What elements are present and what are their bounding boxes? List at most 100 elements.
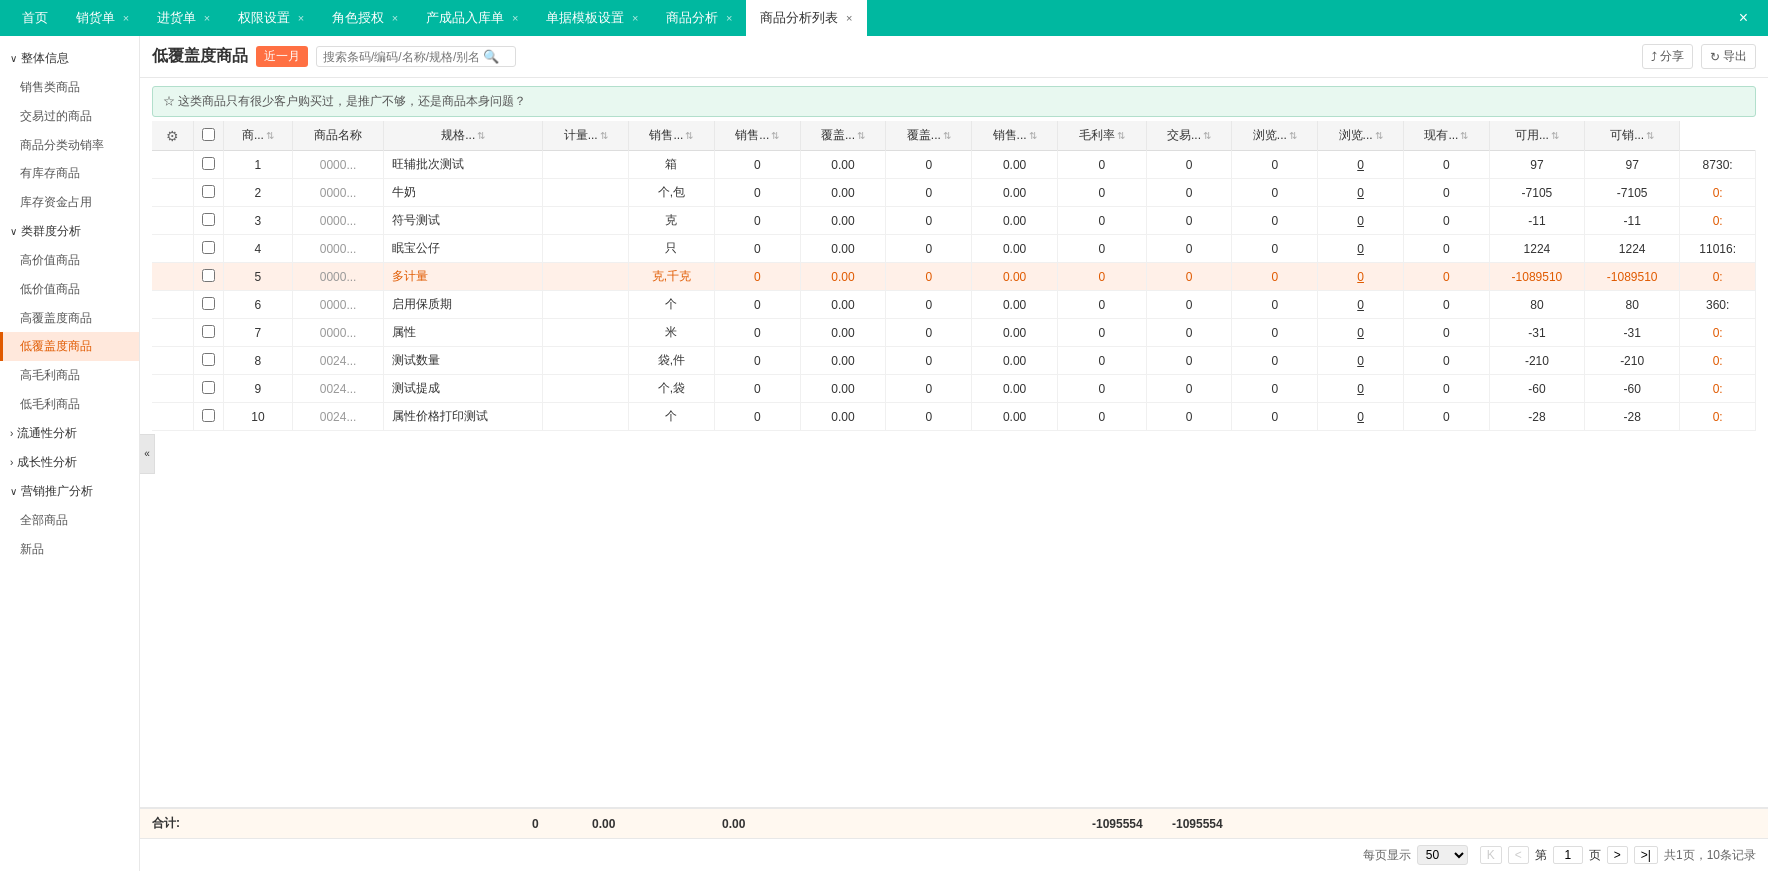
sellable-column-header[interactable]: 可销...⇅: [1585, 121, 1680, 151]
content-header: 低覆盖度商品 近一月 🔍 ⤴ 分享 ↻ 导出: [140, 36, 1768, 78]
sales3-column-header[interactable]: 销售...⇅: [972, 121, 1058, 151]
cover2-column-header[interactable]: 覆盖...⇅: [886, 121, 972, 151]
row-select-checkbox[interactable]: [202, 353, 215, 366]
close-icon[interactable]: ×: [632, 12, 638, 24]
sidebar-item-low-margin[interactable]: 低毛利商品: [0, 390, 139, 419]
row-browse1[interactable]: 0: [1318, 235, 1404, 263]
nav-product-inbound[interactable]: 产成品入库单 ×: [412, 0, 532, 36]
sidebar-item-new-products[interactable]: 新品: [0, 535, 139, 564]
nav-sales[interactable]: 销货单 ×: [62, 0, 143, 36]
row-checkbox[interactable]: [193, 179, 223, 207]
settings-column-header[interactable]: ⚙: [152, 121, 193, 151]
sidebar-section-growth[interactable]: › 成长性分析: [0, 448, 139, 477]
code-column-header[interactable]: 商...⇅: [223, 121, 292, 151]
row-select-checkbox[interactable]: [202, 213, 215, 226]
sidebar-item-all-products[interactable]: 全部商品: [0, 506, 139, 535]
row-browse1[interactable]: 0: [1318, 263, 1404, 291]
row-checkbox[interactable]: [193, 207, 223, 235]
window-close-button[interactable]: ×: [1727, 0, 1760, 36]
sidebar-item-traded-products[interactable]: 交易过的商品: [0, 102, 139, 131]
available-column-header[interactable]: 可用...⇅: [1489, 121, 1584, 151]
sidebar-collapse-button[interactable]: «: [140, 434, 155, 474]
table-row: 9 0024... 测试提成 个,袋 0 0.00 0 0.00 0 0 0 0…: [152, 375, 1756, 403]
trade-column-header[interactable]: 交易...⇅: [1146, 121, 1232, 151]
row-select-checkbox[interactable]: [202, 409, 215, 422]
sidebar-section-overall[interactable]: ∨ 整体信息: [0, 44, 139, 73]
row-checkbox[interactable]: [193, 319, 223, 347]
sales1-column-header[interactable]: 销售...⇅: [629, 121, 715, 151]
close-icon[interactable]: ×: [123, 12, 129, 24]
nav-home[interactable]: 首页: [8, 0, 62, 36]
sidebar-item-high-value[interactable]: 高价值商品: [0, 246, 139, 275]
sidebar-section-marketing[interactable]: ∨ 营销推广分析: [0, 477, 139, 506]
row-browse1[interactable]: 0: [1318, 207, 1404, 235]
unit-column-header[interactable]: 计量...⇅: [543, 121, 629, 151]
settings-icon[interactable]: ⚙: [166, 128, 179, 144]
select-all-checkbox[interactable]: [202, 128, 215, 141]
last-page-button[interactable]: >|: [1634, 846, 1658, 864]
close-icon[interactable]: ×: [204, 12, 210, 24]
row-checkbox[interactable]: [193, 151, 223, 179]
close-icon[interactable]: ×: [512, 12, 518, 24]
nav-template[interactable]: 单据模板设置 ×: [532, 0, 652, 36]
cover1-column-header[interactable]: 覆盖...⇅: [800, 121, 886, 151]
row-select-checkbox[interactable]: [202, 297, 215, 310]
row-checkbox[interactable]: [193, 375, 223, 403]
sidebar-item-high-margin[interactable]: 高毛利商品: [0, 361, 139, 390]
close-icon[interactable]: ×: [392, 12, 398, 24]
per-page-select[interactable]: 50 20 100: [1417, 845, 1468, 865]
row-browse1[interactable]: 0: [1318, 403, 1404, 431]
row-select-checkbox[interactable]: [202, 241, 215, 254]
nav-product-analysis-list[interactable]: 商品分析列表 ×: [746, 0, 866, 36]
spec-column-header[interactable]: 规格...⇅: [384, 121, 543, 151]
row-select-checkbox[interactable]: [202, 381, 215, 394]
page-number-input[interactable]: [1553, 846, 1583, 864]
nav-product-analysis[interactable]: 商品分析 ×: [652, 0, 746, 36]
row-checkbox[interactable]: [193, 291, 223, 319]
first-page-button[interactable]: K: [1480, 846, 1502, 864]
browse1-column-header[interactable]: 浏览...⇅: [1232, 121, 1318, 151]
nav-role[interactable]: 角色授权 ×: [318, 0, 412, 36]
row-settings: [152, 347, 193, 375]
checkbox-column-header[interactable]: [193, 121, 223, 151]
close-icon[interactable]: ×: [726, 12, 732, 24]
sidebar-item-low-coverage[interactable]: 低覆盖度商品: [0, 332, 139, 361]
gross-rate-column-header[interactable]: 毛利率⇅: [1058, 121, 1147, 151]
row-checkbox[interactable]: [193, 263, 223, 291]
row-select-checkbox[interactable]: [202, 325, 215, 338]
row-browse1[interactable]: 0: [1318, 291, 1404, 319]
current-column-header[interactable]: 现有...⇅: [1404, 121, 1490, 151]
row-checkbox[interactable]: [193, 235, 223, 263]
nav-permission[interactable]: 权限设置 ×: [224, 0, 318, 36]
row-browse1[interactable]: 0: [1318, 375, 1404, 403]
sidebar-section-liquidity[interactable]: › 流通性分析: [0, 419, 139, 448]
row-checkbox[interactable]: [193, 403, 223, 431]
row-select-checkbox[interactable]: [202, 269, 215, 282]
prev-page-button[interactable]: <: [1508, 846, 1529, 864]
row-browse1[interactable]: 0: [1318, 319, 1404, 347]
sidebar-item-sales-products[interactable]: 销售类商品: [0, 73, 139, 102]
export-button[interactable]: ↻ 导出: [1701, 44, 1756, 69]
row-browse1[interactable]: 0: [1318, 347, 1404, 375]
share-button[interactable]: ⤴ 分享: [1642, 44, 1693, 69]
sidebar-item-high-coverage[interactable]: 高覆盖度商品: [0, 304, 139, 333]
sidebar-item-inventory-funds[interactable]: 库存资金占用: [0, 188, 139, 217]
row-browse1[interactable]: 0: [1318, 179, 1404, 207]
close-icon[interactable]: ×: [298, 12, 304, 24]
row-select-checkbox[interactable]: [202, 185, 215, 198]
row-select-checkbox[interactable]: [202, 157, 215, 170]
row-checkbox[interactable]: [193, 347, 223, 375]
nav-purchase[interactable]: 进货单 ×: [143, 0, 224, 36]
sidebar-item-category-turnover[interactable]: 商品分类动销率: [0, 131, 139, 160]
search-input[interactable]: [323, 50, 483, 64]
close-icon[interactable]: ×: [846, 12, 852, 24]
next-page-button[interactable]: >: [1607, 846, 1628, 864]
search-icon[interactable]: 🔍: [483, 49, 499, 64]
sidebar-item-low-value[interactable]: 低价值商品: [0, 275, 139, 304]
browse2-column-header[interactable]: 浏览...⇅: [1318, 121, 1404, 151]
row-browse1[interactable]: 0: [1318, 151, 1404, 179]
sidebar-item-stocked-products[interactable]: 有库存商品: [0, 159, 139, 188]
sidebar-section-cluster[interactable]: ∨ 类群度分析: [0, 217, 139, 246]
sales2-column-header[interactable]: 销售...⇅: [714, 121, 800, 151]
period-button[interactable]: 近一月: [256, 46, 308, 67]
